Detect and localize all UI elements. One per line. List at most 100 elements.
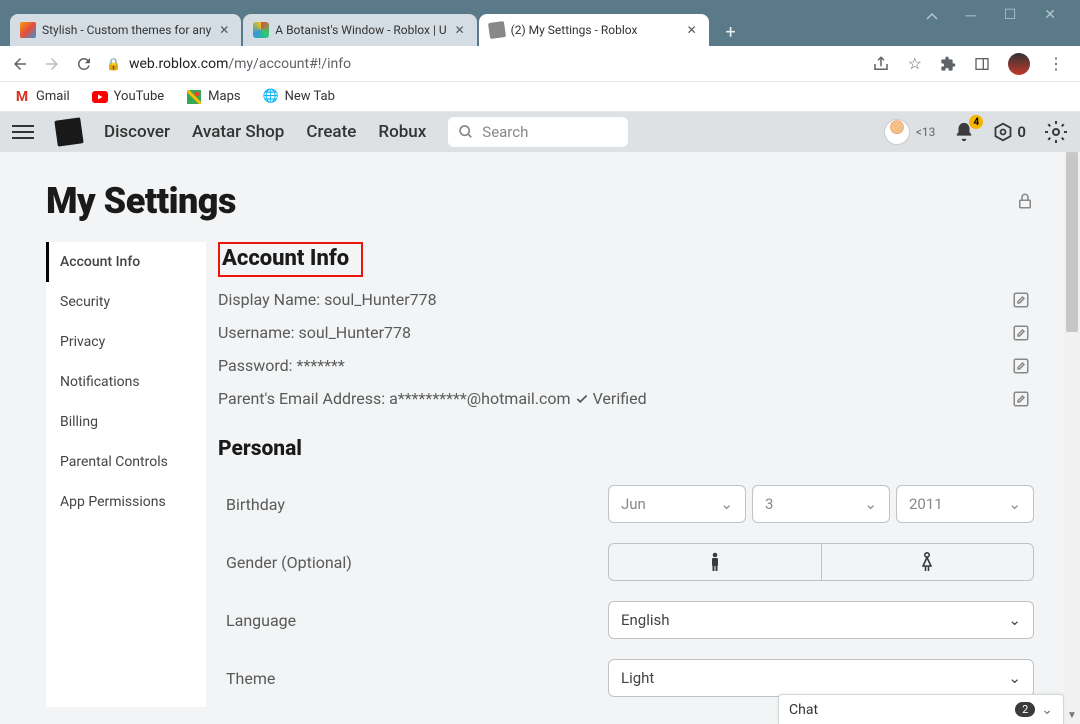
theme-select[interactable]: Light⌄ — [608, 659, 1034, 697]
window-maximize-icon[interactable]: ☐ — [1004, 7, 1017, 23]
robux-balance[interactable]: 0 — [993, 122, 1026, 142]
browser-tab-active[interactable]: (2) My Settings - Roblox ✕ — [479, 14, 709, 46]
username-row: Username: soul_Hunter778 — [218, 316, 1034, 349]
maps-icon — [186, 89, 202, 105]
gender-row: Gender (Optional) — [218, 533, 1034, 591]
edit-icon[interactable] — [1012, 291, 1034, 309]
sidebar-item-notifications[interactable]: Notifications — [46, 362, 206, 402]
notifications-button[interactable]: 4 — [953, 121, 975, 143]
tab-close-icon[interactable]: ✕ — [453, 23, 467, 37]
scroll-down-icon[interactable]: ▼ — [1066, 710, 1078, 722]
bookmark-youtube[interactable]: YouTube — [92, 89, 165, 105]
back-button[interactable] — [10, 54, 30, 74]
display-name-row: Display Name: soul_Hunter778 — [218, 283, 1034, 316]
window-minimize2-icon[interactable]: ─ — [966, 7, 976, 24]
panel-icon[interactable] — [974, 56, 990, 72]
gender-male-button[interactable] — [609, 544, 822, 580]
profile-avatar[interactable] — [1008, 53, 1030, 75]
birthday-month-select[interactable]: Jun⌄ — [608, 485, 746, 523]
birthday-day-select[interactable]: 3⌄ — [752, 485, 890, 523]
scroll-thumb[interactable] — [1066, 152, 1078, 332]
roblox-logo-icon[interactable] — [54, 117, 83, 146]
tab-close-icon[interactable]: ✕ — [217, 23, 231, 37]
password-value: ******* — [297, 356, 345, 375]
bookmarks-bar: M Gmail YouTube Maps 🌐 New Tab — [0, 82, 1080, 112]
sidebar-item-privacy[interactable]: Privacy — [46, 322, 206, 362]
tab-title: Stylish - Custom themes for any — [42, 23, 211, 37]
birthday-year-select[interactable]: 2011⌄ — [896, 485, 1034, 523]
age-chip[interactable]: <13 — [884, 119, 936, 145]
nav-create[interactable]: Create — [306, 122, 356, 142]
user-avatar-icon — [884, 119, 910, 145]
browser-tab[interactable]: Stylish - Custom themes for any ✕ — [10, 14, 241, 46]
gender-female-button[interactable] — [822, 544, 1034, 580]
language-select[interactable]: English⌄ — [608, 601, 1034, 639]
window-minimize-icon[interactable] — [926, 9, 938, 21]
page-lock-icon[interactable] — [1016, 192, 1034, 210]
highlight-annotation: Account Info — [218, 242, 363, 277]
edit-icon[interactable] — [1012, 324, 1034, 342]
sidebar-item-parental-controls[interactable]: Parental Controls — [46, 442, 206, 482]
search-input[interactable]: Search — [448, 117, 628, 147]
section-heading-account: Account Info — [222, 246, 349, 271]
youtube-icon — [92, 89, 108, 105]
globe-icon: 🌐 — [263, 89, 279, 105]
settings-sidebar: Account Info Security Privacy Notificati… — [46, 242, 206, 707]
favicon-icon — [20, 22, 36, 38]
sidebar-item-app-permissions[interactable]: App Permissions — [46, 482, 206, 522]
bookmark-newtab[interactable]: 🌐 New Tab — [263, 89, 335, 105]
sidebar-item-account-info[interactable]: Account Info — [46, 242, 206, 282]
new-tab-button[interactable]: + — [717, 18, 745, 46]
settings-gear-icon[interactable] — [1044, 120, 1068, 144]
chat-label: Chat — [789, 702, 818, 718]
chevron-down-icon: ⌄ — [720, 495, 733, 513]
email-row: Parent's Email Address: a**********@hotm… — [218, 382, 1034, 415]
gmail-icon: M — [14, 89, 30, 105]
notif-count-badge: 4 — [969, 115, 983, 129]
tab-title: A Botanist's Window - Roblox | U — [275, 23, 446, 37]
display-name-value: soul_Hunter778 — [324, 290, 437, 309]
checkmark-icon — [575, 392, 589, 406]
hamburger-menu[interactable] — [12, 125, 34, 139]
search-icon — [458, 124, 474, 140]
bookmark-star-icon[interactable]: ☆ — [908, 54, 922, 73]
nav-avatar-shop[interactable]: Avatar Shop — [192, 122, 284, 142]
favicon-icon — [488, 21, 506, 39]
chevron-down-icon: ⌄ — [1008, 495, 1021, 513]
url-domain: web.roblox.com — [129, 56, 228, 72]
edit-icon[interactable] — [1012, 357, 1034, 375]
email-value: a**********@hotmail.com — [389, 389, 570, 408]
site-header: Discover Avatar Shop Create Robux Search… — [0, 112, 1080, 152]
male-icon — [708, 552, 722, 572]
favicon-icon — [253, 22, 269, 38]
nav-discover[interactable]: Discover — [104, 122, 170, 142]
window-titlebar: ─ ☐ ✕ — [0, 0, 1080, 12]
url-field[interactable]: 🔒 web.roblox.com/my/account#!/info — [106, 56, 860, 72]
reload-button[interactable] — [74, 54, 94, 74]
forward-button[interactable] — [42, 54, 62, 74]
verified-label: Verified — [593, 389, 647, 408]
window-controls: ─ ☐ ✕ — [902, 0, 1080, 30]
edit-icon[interactable] — [1012, 390, 1034, 408]
chat-bar[interactable]: Chat 2 ⌄ — [778, 694, 1064, 724]
menu-dots-icon[interactable]: ⋮ — [1048, 54, 1064, 73]
birthday-row: Birthday Jun⌄ 3⌄ 2011⌄ — [218, 475, 1034, 533]
sidebar-item-billing[interactable]: Billing — [46, 402, 206, 442]
window-close-icon[interactable]: ✕ — [1044, 7, 1056, 23]
female-icon — [919, 552, 935, 572]
search-placeholder: Search — [482, 123, 528, 141]
bookmark-maps[interactable]: Maps — [186, 89, 240, 105]
bookmark-gmail[interactable]: M Gmail — [14, 89, 70, 105]
robux-icon — [993, 122, 1013, 142]
username-value: soul_Hunter778 — [298, 323, 411, 342]
section-heading-personal: Personal — [218, 437, 1034, 461]
sidebar-item-security[interactable]: Security — [46, 282, 206, 322]
scrollbar[interactable]: ▼ — [1064, 152, 1080, 724]
share-icon[interactable] — [872, 55, 890, 73]
extensions-icon[interactable] — [940, 56, 956, 72]
tab-close-icon[interactable]: ✕ — [685, 23, 699, 37]
browser-tab[interactable]: A Botanist's Window - Roblox | U ✕ — [243, 14, 476, 46]
nav-robux[interactable]: Robux — [378, 122, 426, 142]
chevron-down-icon: ⌄ — [1008, 669, 1021, 687]
url-path: /my/account#!/info — [228, 56, 351, 72]
